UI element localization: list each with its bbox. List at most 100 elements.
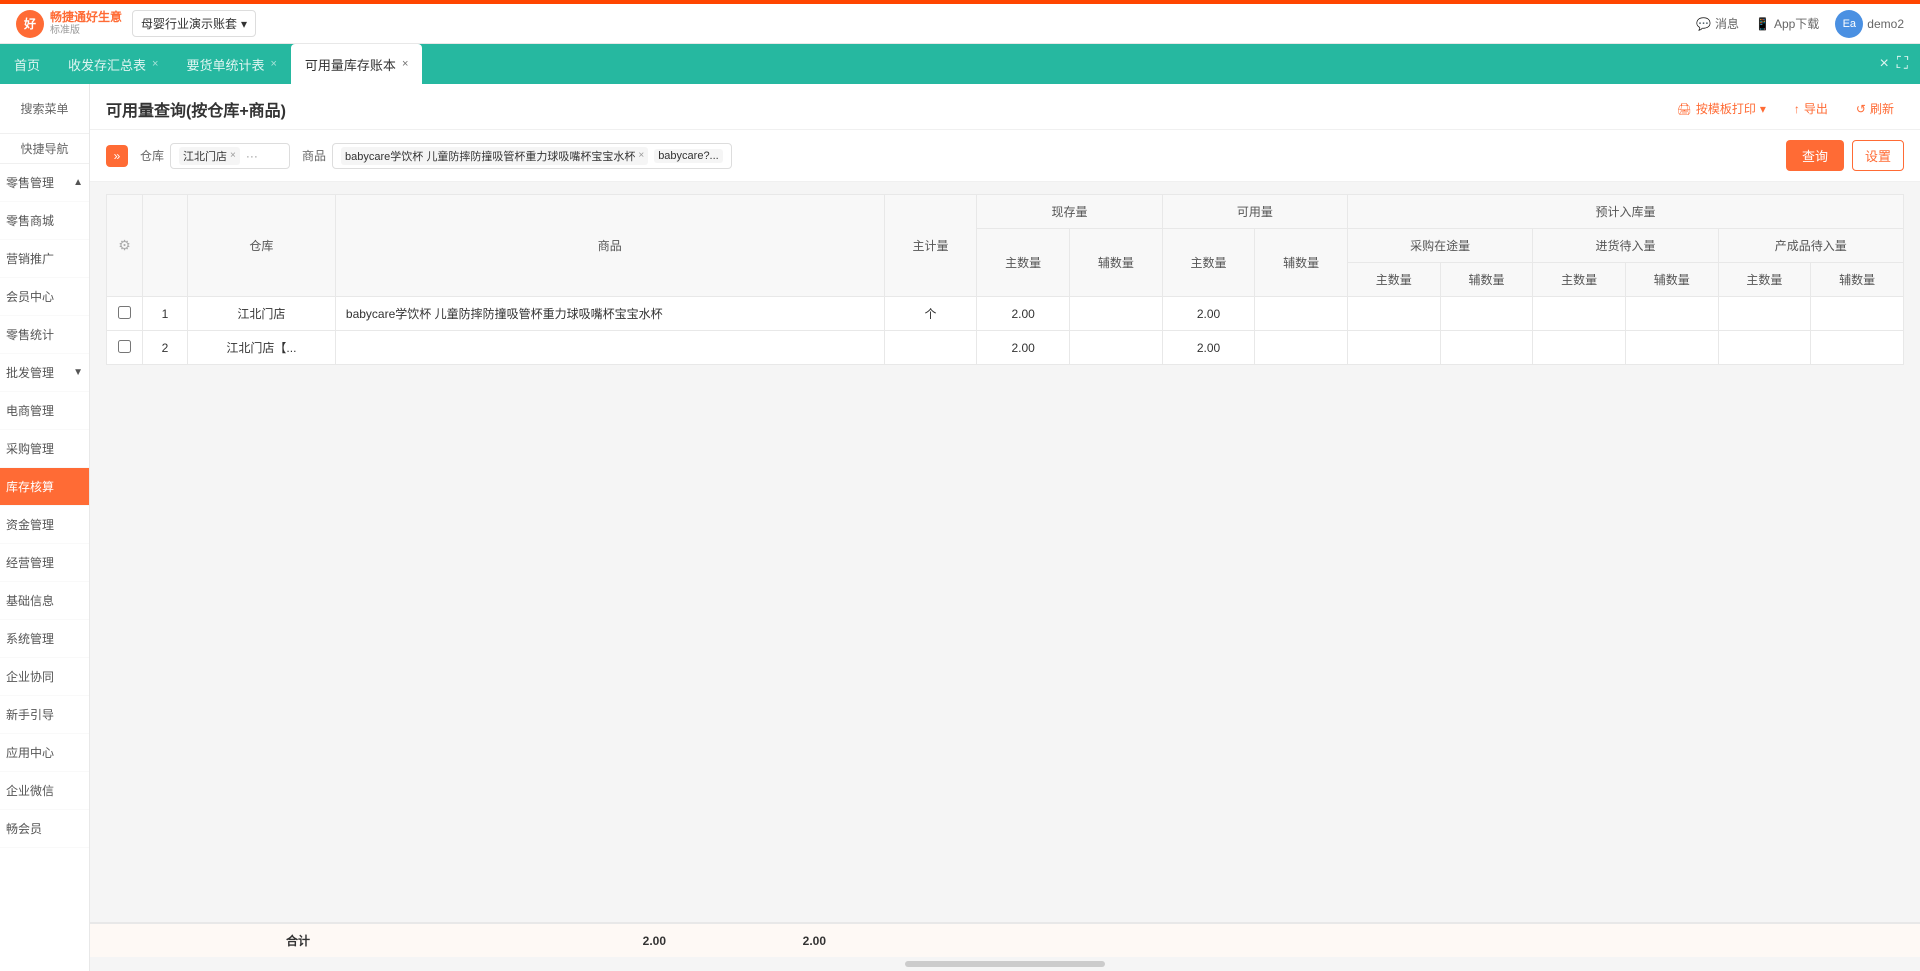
sidebar-item-member2-label: 畅会员 [6,820,42,837]
sidebar-item-finance-label: 资金管理 [6,516,54,533]
row-num-cell: 2 [143,331,188,365]
tab-home[interactable]: 首页 [0,44,54,84]
tab-collection-summary-close[interactable]: × [152,58,158,70]
sidebar-item-ecommerce[interactable]: 电商管理 [0,392,89,430]
print-button[interactable]: 🖨 按模板打印 ▾ [1667,96,1776,121]
top-bar-left: 好 畅捷通好生意 标准版 母婴行业演示账套 ▾ [16,10,256,38]
sidebar-item-collab[interactable]: 企业协同 [0,658,89,696]
warehouse-filter-input[interactable]: 江北门店 × ··· [170,143,290,169]
sidebar-item-wholesale[interactable]: 批发管理 ▼ [0,354,89,392]
row-checkbox-input[interactable] [118,340,131,353]
export-button[interactable]: ↑ 导出 [1784,96,1838,121]
avatar: Ea [1835,10,1863,38]
warehouse-filter: 仓库 江北门店 × ··· [140,143,290,169]
sidebar-item-app-center[interactable]: 应用中心 [0,734,89,772]
message-action[interactable]: 💬 消息 [1696,15,1739,32]
tab-available-inventory[interactable]: 可用量库存账本 × [291,44,422,84]
row-checkbox [107,331,143,365]
product-tag-1-close-icon[interactable]: × [638,150,644,161]
logo-text: 畅捷通好生意 [50,10,122,24]
tab-order-stats-label: 要货单统计表 [186,55,264,74]
row-checkbox [107,297,143,331]
product-tag-1[interactable]: babycare学饮杯 儿童防摔防撞吸管杯重力球吸嘴杯宝宝水杯 × [341,147,648,165]
setting-button[interactable]: 设置 [1852,140,1904,171]
refresh-button[interactable]: ↺ 刷新 [1846,96,1904,121]
sidebar-item-member2[interactable]: 畅会员 [0,810,89,848]
sidebar-item-guide[interactable]: 新手引导 [0,696,89,734]
row-num-cell: 1 [143,297,188,331]
sidebar-item-retail-mall-label: 零售商城 [6,212,54,229]
warehouse-cell: 江北门店 [187,297,335,331]
warehouse-tag-close-icon[interactable]: × [230,150,236,161]
footer-stock-main: 2.00 [586,934,666,948]
sidebar-item-collab-label: 企业协同 [6,668,54,685]
sidebar-item-basic-info[interactable]: 基础信息 [0,582,89,620]
quick-nav-button[interactable]: 快捷导航 [0,134,89,164]
settings-column-header[interactable]: ⚙ [107,195,143,297]
tab-bar: 首页 收发存汇总表 × 要货单统计表 × 可用量库存账本 × × ⛶ [0,44,1920,84]
purchase-transit-header: 采购在途量 [1347,229,1532,263]
sidebar-item-marketing[interactable]: 营销推广 [0,240,89,278]
row-checkbox-input[interactable] [118,306,131,319]
user-menu[interactable]: Ea demo2 [1835,10,1904,38]
purchase-main-cell [1347,297,1440,331]
tab-order-stats[interactable]: 要货单统计表 × [172,44,290,84]
purchase-main-header: 主数量 [1347,263,1440,297]
sidebar-item-operations-label: 经营管理 [6,554,54,571]
stock-main-cell: 2.00 [977,297,1070,331]
sidebar-item-retail-stats[interactable]: 零售统计 [0,316,89,354]
message-icon: 💬 [1696,17,1711,31]
sidebar-item-wechat[interactable]: 企业微信 [0,772,89,810]
warehouse-tag[interactable]: 江北门店 × [179,147,240,165]
maximize-button[interactable]: ⛶ [1897,55,1908,73]
sidebar-item-finance[interactable]: 资金管理 [0,506,89,544]
sidebar-item-wechat-label: 企业微信 [6,782,54,799]
page-actions: 🖨 按模板打印 ▾ ↑ 导出 ↺ 刷新 [1667,96,1904,121]
tab-collection-summary[interactable]: 收发存汇总表 × [54,44,172,84]
sidebar-item-member[interactable]: 会员中心 [0,278,89,316]
page-title: 可用量查询(按仓库+商品) [106,97,286,121]
row-num-header [143,195,188,297]
sidebar-item-retail-mall[interactable]: 零售商城 [0,202,89,240]
refresh-icon: ↺ [1856,102,1866,116]
warehouse-ellipsis: ··· [246,149,258,163]
main-unit-cell: 个 [884,297,977,331]
query-button[interactable]: 查询 [1786,140,1844,171]
tab-bar-actions: × ⛶ [1879,55,1920,73]
product-tag-1-value: babycare学饮杯 儿童防摔防撞吸管杯重力球吸嘴杯宝宝水杯 [345,148,635,164]
stock-aux-cell [1070,331,1163,365]
main-unit-header: 主计量 [884,195,977,297]
message-label: 消息 [1715,15,1739,32]
incoming-main-cell [1533,331,1626,365]
tab-available-inventory-close[interactable]: × [402,58,408,70]
table-footer: 合计 2.00 2.00 [90,922,1920,957]
export-icon: ↑ [1794,102,1800,116]
incoming-aux-cell [1625,331,1718,365]
product-tag-2[interactable]: babycare?... [654,149,723,163]
main-layout: 搜索菜单 快捷导航 零售管理 ▲ 零售商城 营销推广 会员中心 零售统计 批发管… [0,84,1920,971]
stock-main-qty-header: 主数量 [977,229,1070,297]
industry-selector[interactable]: 母婴行业演示账套 ▾ [132,10,256,37]
sidebar: 搜索菜单 快捷导航 零售管理 ▲ 零售商城 营销推广 会员中心 零售统计 批发管… [0,84,90,971]
sidebar-item-operations[interactable]: 经营管理 [0,544,89,582]
app-download-action[interactable]: 📱 App下载 [1755,15,1819,32]
sidebar-item-retail-mgmt[interactable]: 零售管理 ▲ [0,164,89,202]
purchase-main-cell [1347,331,1440,365]
close-all-tabs-button[interactable]: × [1879,55,1888,73]
product-filter-input[interactable]: babycare学饮杯 儿童防摔防撞吸管杯重力球吸嘴杯宝宝水杯 × babyca… [332,143,732,169]
filter-actions: 查询 设置 [1786,140,1904,171]
filter-expand-button[interactable]: » [106,145,128,167]
sidebar-item-system[interactable]: 系统管理 [0,620,89,658]
export-label: 导出 [1804,100,1828,117]
sidebar-item-inventory[interactable]: 库存核算 [0,468,89,506]
sidebar-item-ecommerce-label: 电商管理 [6,402,54,419]
tab-order-stats-close[interactable]: × [270,58,276,70]
sidebar-item-purchase[interactable]: 采购管理 [0,430,89,468]
product-cell: babycare学饮杯 儿童防摔防撞吸管杯重力球吸嘴杯宝宝水杯 [335,297,884,331]
logo-subtext: 标准版 [50,25,122,37]
footer-avail-main: 2.00 [746,934,826,948]
sidebar-item-purchase-label: 采购管理 [6,440,54,457]
sidebar-search-area: 搜索菜单 [0,84,89,134]
incoming-pending-header: 进货待入量 [1533,229,1718,263]
search-menu-button[interactable]: 搜索菜单 [8,94,81,123]
